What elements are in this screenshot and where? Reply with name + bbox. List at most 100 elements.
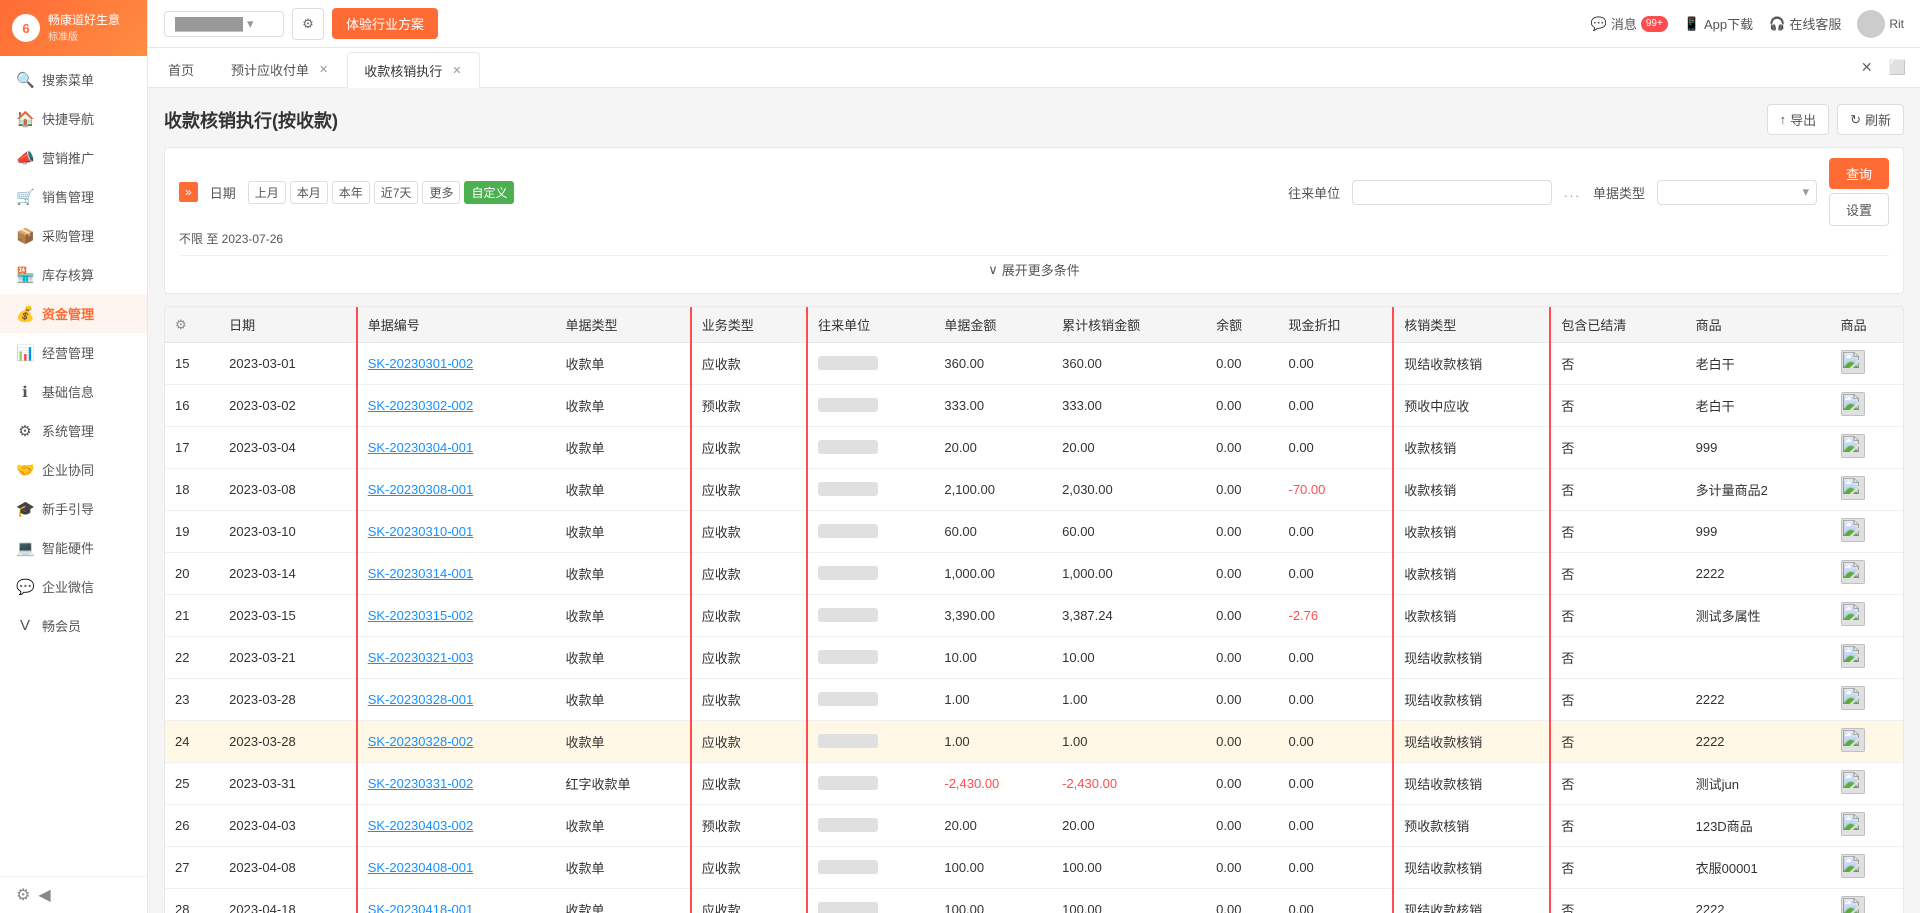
filter-expand-btn[interactable]: ∨ 展开更多条件 (179, 255, 1889, 283)
cell-product: 2222 (1686, 553, 1831, 595)
tab-close-receivable[interactable]: ✕ (317, 61, 330, 78)
sidebar-item-basic-info[interactable]: ℹ 基础信息 (0, 372, 147, 411)
cell-partner: ██████ (807, 679, 934, 721)
cell-bill-type: 收款单 (556, 469, 691, 511)
custom-date-btn[interactable]: 自定义 (464, 181, 514, 204)
online-service-action[interactable]: 🎧 在线客服 (1769, 14, 1841, 33)
table-row: 20 2023-03-14 SK-20230314-001 收款单 应收款 ██… (165, 553, 1903, 595)
cell-verify-type: 收款核销 (1393, 427, 1550, 469)
sidebar-item-system[interactable]: ⚙ 系统管理 (0, 411, 147, 450)
cell-verified: 1,000.00 (1052, 553, 1206, 595)
refresh-button[interactable]: ↻ 刷新 (1837, 104, 1904, 135)
cell-no: 26 (165, 805, 219, 847)
bill-no-link[interactable]: SK-20230315-002 (368, 608, 474, 623)
table-row: 22 2023-03-21 SK-20230321-003 收款单 应收款 ██… (165, 637, 1903, 679)
member-icon: V (16, 617, 34, 634)
table-row: 26 2023-04-03 SK-20230403-002 收款单 预收款 ██… (165, 805, 1903, 847)
sidebar-item-operations[interactable]: 📊 经营管理 (0, 333, 147, 372)
bill-no-link[interactable]: SK-20230403-002 (368, 818, 474, 833)
bill-no-link[interactable]: SK-20230418-001 (368, 902, 474, 913)
last-month-btn[interactable]: 上月 (248, 181, 286, 204)
sidebar-item-quicknav[interactable]: 🏠 快捷导航 (0, 99, 147, 138)
bill-no-link[interactable]: SK-20230321-003 (368, 650, 474, 665)
cell-bill-type: 收款单 (556, 553, 691, 595)
cell-product: 2222 (1686, 889, 1831, 913)
cell-bill-no: SK-20230301-002 (357, 343, 556, 385)
tab-home[interactable]: 首页 (148, 51, 214, 87)
bill-no-link[interactable]: SK-20230308-001 (368, 482, 474, 497)
cell-bill-no: SK-20230328-002 (357, 721, 556, 763)
sidebar-item-search[interactable]: 🔍 搜索菜单 (0, 60, 147, 99)
app-download-action[interactable]: 📱 App下载 (1684, 14, 1753, 33)
user-name: Rit (1889, 17, 1904, 31)
sidebar-item-wechat[interactable]: 💬 企业微信 (0, 567, 147, 606)
last-7days-btn[interactable]: 近7天 (374, 181, 419, 204)
column-settings-icon[interactable]: ⚙ (175, 317, 187, 332)
sidebar-item-inventory[interactable]: 🏪 库存核算 (0, 255, 147, 294)
sidebar-item-collab[interactable]: 🤝 企业协同 (0, 450, 147, 489)
cell-biz-type: 应收款 (691, 595, 807, 637)
tab-receivable[interactable]: 预计应收付单 ✕ (214, 51, 347, 87)
cell-product2 (1831, 511, 1903, 553)
cell-partner: ██████ (807, 889, 934, 913)
cell-amount: 20.00 (934, 805, 1052, 847)
cell-partner: ██████ (807, 721, 934, 763)
messages-action[interactable]: 💬 消息 99+ (1591, 14, 1668, 33)
tab-collection-verify[interactable]: 收款核销执行 ✕ (347, 52, 480, 88)
sidebar-item-hardware[interactable]: 💻 智能硬件 (0, 528, 147, 567)
sidebar-item-finance[interactable]: 💰 资金管理 (0, 294, 147, 333)
close-tab-btn[interactable]: ✕ (1855, 55, 1879, 80)
cell-bill-type: 收款单 (556, 847, 691, 889)
this-month-btn[interactable]: 本月 (290, 181, 328, 204)
maximize-tab-btn[interactable]: ⬜ (1883, 55, 1912, 80)
gear-button[interactable]: ⚙ (292, 8, 324, 40)
th-date: 日期 (219, 307, 357, 343)
sidebar-item-marketing[interactable]: 📣 营销推广 (0, 138, 147, 177)
logo-icon: 6 (12, 14, 40, 42)
query-button[interactable]: 查询 (1829, 158, 1889, 189)
bill-no-link[interactable]: SK-20230328-001 (368, 692, 474, 707)
cell-biz-type: 应收款 (691, 553, 807, 595)
export-button[interactable]: ↑ 导出 (1767, 104, 1830, 135)
collapse-icon[interactable]: ◀ (38, 885, 50, 905)
bill-no-link[interactable]: SK-20230314-001 (368, 566, 474, 581)
user-section[interactable]: Rit (1857, 10, 1904, 38)
cell-no: 28 (165, 889, 219, 913)
cell-product: 2222 (1686, 721, 1831, 763)
this-year-btn[interactable]: 本年 (332, 181, 370, 204)
filter-settings-button[interactable]: 设置 (1829, 193, 1889, 226)
product-thumbnail (1841, 602, 1865, 626)
bill-type-select[interactable] (1657, 180, 1817, 205)
sidebar-item-purchase[interactable]: 📦 采购管理 (0, 216, 147, 255)
th-gear[interactable]: ⚙ (165, 307, 219, 343)
product-thumbnail (1841, 644, 1865, 668)
bill-no-link[interactable]: SK-20230304-001 (368, 440, 474, 455)
tab-close-collection[interactable]: ✕ (450, 62, 463, 79)
settings-bottom-icon[interactable]: ⚙ (16, 885, 30, 905)
sales-icon: 🛒 (16, 188, 34, 206)
cell-date: 2023-04-08 (219, 847, 357, 889)
cell-verified: 20.00 (1052, 805, 1206, 847)
cell-amount: 2,100.00 (934, 469, 1052, 511)
bill-no-link[interactable]: SK-20230302-002 (368, 398, 474, 413)
cell-product: 999 (1686, 511, 1831, 553)
sidebar-item-sales[interactable]: 🛒 销售管理 (0, 177, 147, 216)
bill-no-link[interactable]: SK-20230301-002 (368, 356, 474, 371)
partner-input[interactable] (1352, 180, 1552, 205)
bill-no-link[interactable]: SK-20230331-002 (368, 776, 474, 791)
sidebar-item-member[interactable]: V 畅会员 (0, 606, 147, 645)
bill-no-link[interactable]: SK-20230328-002 (368, 734, 474, 749)
bill-no-link[interactable]: SK-20230408-001 (368, 860, 474, 875)
bill-no-link[interactable]: SK-20230310-001 (368, 524, 474, 539)
messages-badge: 99+ (1641, 16, 1668, 32)
industry-btn[interactable]: 体验行业方案 (332, 8, 438, 39)
more-dates-btn[interactable]: 更多 (422, 181, 460, 204)
brand-select[interactable]: ████████ ▾ (164, 11, 284, 37)
product-thumbnail (1841, 434, 1865, 458)
cell-biz-type: 应收款 (691, 679, 807, 721)
cell-product: 衣服00001 (1686, 847, 1831, 889)
th-partner: 往来单位 (807, 307, 934, 343)
cell-no: 22 (165, 637, 219, 679)
sidebar-item-guide[interactable]: 🎓 新手引导 (0, 489, 147, 528)
filter-toggle-btn[interactable]: » (179, 182, 198, 202)
